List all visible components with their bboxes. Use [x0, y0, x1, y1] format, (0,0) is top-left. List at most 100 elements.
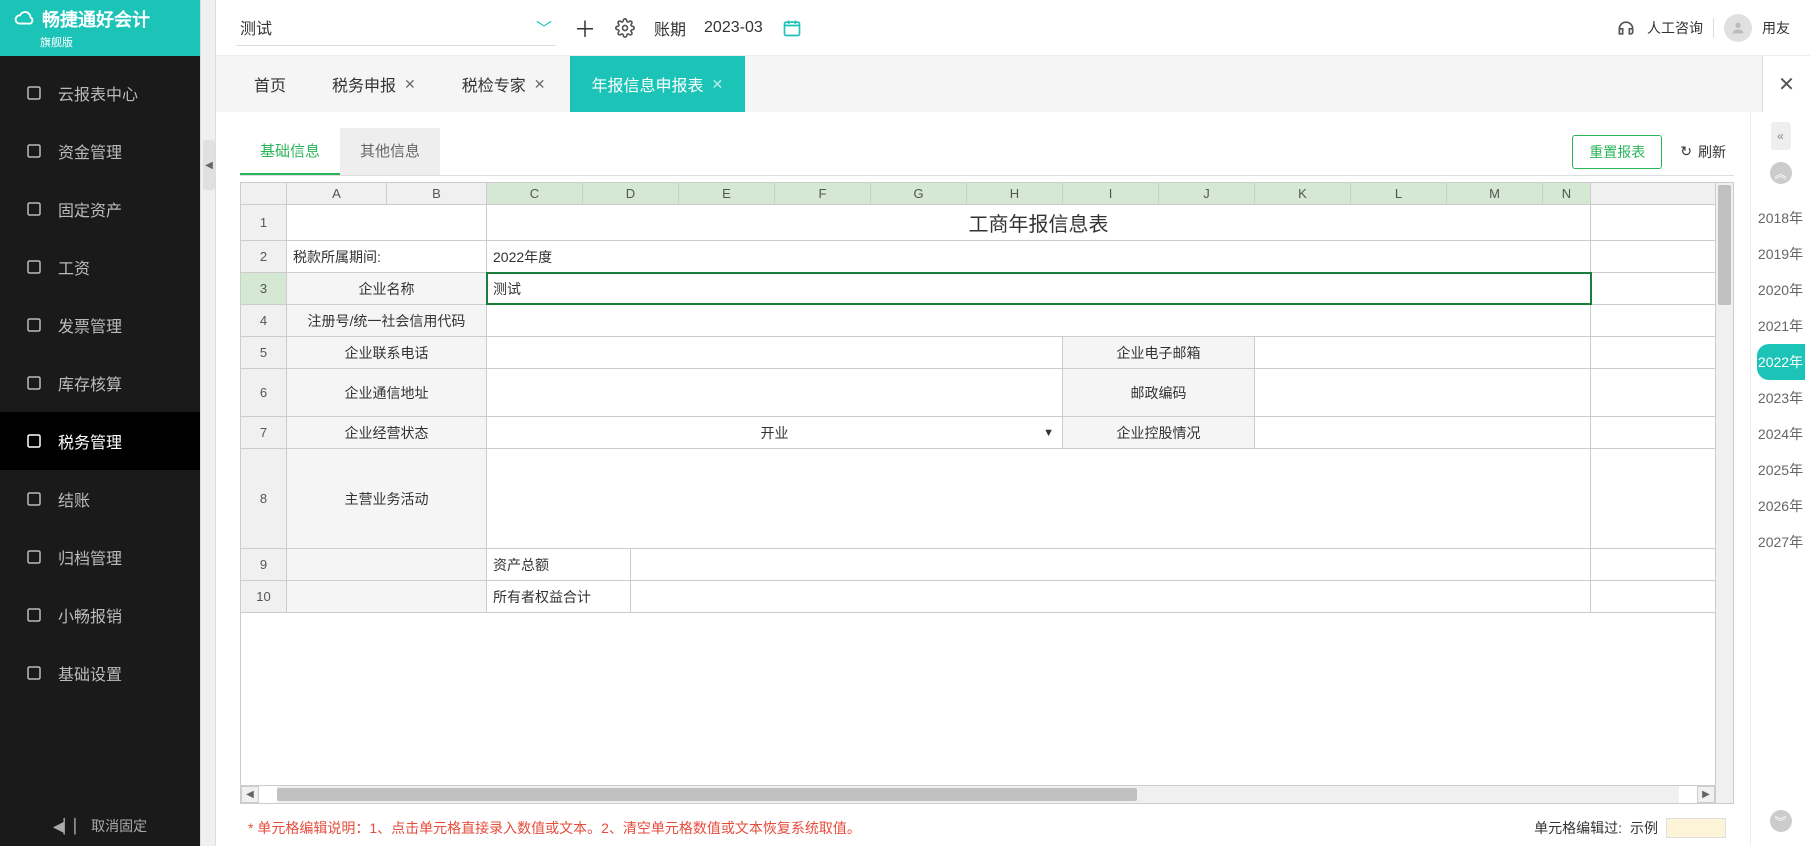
col-header-F[interactable]: F — [775, 183, 871, 204]
cell-blank[interactable] — [287, 205, 487, 240]
reset-report-button[interactable]: 重置报表 — [1572, 135, 1662, 169]
input-holding[interactable] — [1255, 417, 1591, 448]
headset-icon[interactable] — [1615, 17, 1637, 39]
cloud-icon — [14, 8, 36, 30]
add-button[interactable]: ＋ — [574, 17, 596, 39]
sidebar-item-wallet[interactable]: 工资 — [0, 238, 200, 296]
scroll-years-up[interactable]: ︽ — [1770, 162, 1792, 184]
year-2025年[interactable]: 2025年 — [1757, 452, 1805, 488]
period-value[interactable]: 2022年度 — [487, 241, 1591, 272]
sidebar-collapse-button[interactable]: ◀ — [203, 140, 215, 190]
sidebar: 畅捷通好会计 旗舰版 云报表中心资金管理固定资产工资发票管理库存核算税务管理结账… — [0, 0, 200, 846]
row-header-3[interactable]: 3 — [241, 273, 287, 304]
sidebar-item-home[interactable]: 基础设置 — [0, 644, 200, 702]
row-header-4[interactable]: 4 — [241, 305, 287, 336]
year-2019年[interactable]: 2019年 — [1757, 236, 1805, 272]
year-2026年[interactable]: 2026年 — [1757, 488, 1805, 524]
input-reg-no[interactable] — [487, 305, 1591, 336]
col-header-I[interactable]: I — [1063, 183, 1159, 204]
input-main-biz[interactable] — [487, 449, 1591, 548]
select-all-corner[interactable] — [241, 183, 287, 204]
tab-close-icon[interactable]: ✕ — [712, 76, 724, 93]
tab-close-icon[interactable]: ✕ — [404, 76, 416, 93]
user-name[interactable]: 用友 — [1762, 18, 1790, 38]
year-rail: « ︽ 2018年2019年2020年2021年2022年2023年2024年2… — [1750, 112, 1810, 846]
year-2027年[interactable]: 2027年 — [1757, 524, 1805, 560]
avatar[interactable] — [1724, 14, 1752, 42]
sidebar-item-chart-line[interactable]: 云报表中心 — [0, 64, 200, 122]
select-business-status[interactable]: 开业▼ — [487, 417, 1063, 448]
year-2023年[interactable]: 2023年 — [1757, 380, 1805, 416]
sidebar-item-reimburse[interactable]: 小畅报销 — [0, 586, 200, 644]
input-owner-equity[interactable] — [631, 581, 1591, 612]
sidebar-collapse-handle: ◀ — [200, 0, 216, 846]
row-header-6[interactable]: 6 — [241, 369, 287, 416]
input-postcode[interactable] — [1255, 369, 1591, 416]
year-2024年[interactable]: 2024年 — [1757, 416, 1805, 452]
col-header-L[interactable]: L — [1351, 183, 1447, 204]
col-header-C[interactable]: C — [487, 183, 583, 204]
row-header-8[interactable]: 8 — [241, 449, 287, 548]
tab-label: 税检专家 — [462, 72, 526, 96]
label-phone: 企业联系电话 — [287, 337, 487, 368]
col-header-H[interactable]: H — [967, 183, 1063, 204]
row-header-5[interactable]: 5 — [241, 337, 287, 368]
row-header-2[interactable]: 2 — [241, 241, 287, 272]
sidebar-item-tax[interactable]: 税务管理 — [0, 412, 200, 470]
input-phone[interactable] — [487, 337, 1063, 368]
sidebar-item-coin[interactable]: 资金管理 — [0, 122, 200, 180]
col-header-K[interactable]: K — [1255, 183, 1351, 204]
subtab-其他信息[interactable]: 其他信息 — [340, 128, 440, 175]
sidebar-item-receipt[interactable]: 发票管理 — [0, 296, 200, 354]
row-header-10[interactable]: 10 — [241, 581, 287, 612]
col-header-G[interactable]: G — [871, 183, 967, 204]
col-header-E[interactable]: E — [679, 183, 775, 204]
tab-年报信息申报表[interactable]: 年报信息申报表✕ — [570, 56, 746, 112]
sidebar-item-warehouse[interactable]: 库存核算 — [0, 354, 200, 412]
row-header-9[interactable]: 9 — [241, 549, 287, 580]
tab-close-icon[interactable]: ✕ — [534, 76, 546, 93]
refresh-button[interactable]: ↻ 刷新 — [1680, 142, 1726, 162]
sidebar-item-building[interactable]: 固定资产 — [0, 180, 200, 238]
sidebar-item-archive[interactable]: 归档管理 — [0, 528, 200, 586]
col-header-M[interactable]: M — [1447, 183, 1543, 204]
horizontal-scrollbar[interactable]: ◀ ▶ — [241, 785, 1715, 803]
row-header-1[interactable]: 1 — [241, 205, 287, 240]
refresh-label: 刷新 — [1698, 142, 1726, 162]
unpin-button[interactable]: ◀▏▏ 取消固定 — [0, 806, 200, 846]
col-header-D[interactable]: D — [583, 183, 679, 204]
vscroll-thumb[interactable] — [1718, 185, 1731, 305]
vertical-scrollbar[interactable] — [1715, 183, 1733, 803]
sidebar-item-lock[interactable]: 结账 — [0, 470, 200, 528]
close-all-tabs[interactable]: ✕ — [1762, 56, 1810, 112]
col-header-A[interactable]: A — [287, 183, 387, 204]
row-header-7[interactable]: 7 — [241, 417, 287, 448]
scroll-left-button[interactable]: ◀ — [241, 786, 259, 803]
tab-首页[interactable]: 首页 — [232, 56, 308, 112]
tab-税检专家[interactable]: 税检专家 ✕ — [440, 56, 568, 112]
input-address[interactable] — [487, 369, 1063, 416]
org-selector[interactable]: 测试 ﹀ — [236, 9, 556, 46]
subtab-基础信息[interactable]: 基础信息 — [240, 128, 340, 175]
input-email[interactable] — [1255, 337, 1591, 368]
scroll-right-button[interactable]: ▶ — [1697, 786, 1715, 803]
year-2021年[interactable]: 2021年 — [1757, 308, 1805, 344]
calendar-icon[interactable] — [781, 17, 803, 39]
year-2022年[interactable]: 2022年 — [1757, 344, 1805, 380]
col-header-J[interactable]: J — [1159, 183, 1255, 204]
input-total-assets[interactable] — [631, 549, 1591, 580]
year-2018年[interactable]: 2018年 — [1757, 200, 1805, 236]
sidebar-menu: 云报表中心资金管理固定资产工资发票管理库存核算税务管理结账归档管理小畅报销基础设… — [0, 56, 200, 806]
col-header-N[interactable]: N — [1543, 183, 1591, 204]
tab-税务申报[interactable]: 税务申报✕ — [310, 56, 438, 112]
col-header-B[interactable]: B — [387, 183, 487, 204]
scroll-years-down[interactable]: ︾ — [1770, 810, 1792, 832]
hscroll-thumb[interactable] — [277, 788, 1137, 801]
rail-collapse-button[interactable]: « — [1771, 122, 1791, 150]
label-owner-equity: 所有者权益合计 — [487, 581, 631, 612]
input-company-name[interactable]: 测试 — [487, 273, 1591, 304]
support-label[interactable]: 人工咨询 — [1647, 18, 1703, 38]
chart-line-icon — [24, 83, 44, 103]
settings-icon[interactable] — [614, 17, 636, 39]
year-2020年[interactable]: 2020年 — [1757, 272, 1805, 308]
